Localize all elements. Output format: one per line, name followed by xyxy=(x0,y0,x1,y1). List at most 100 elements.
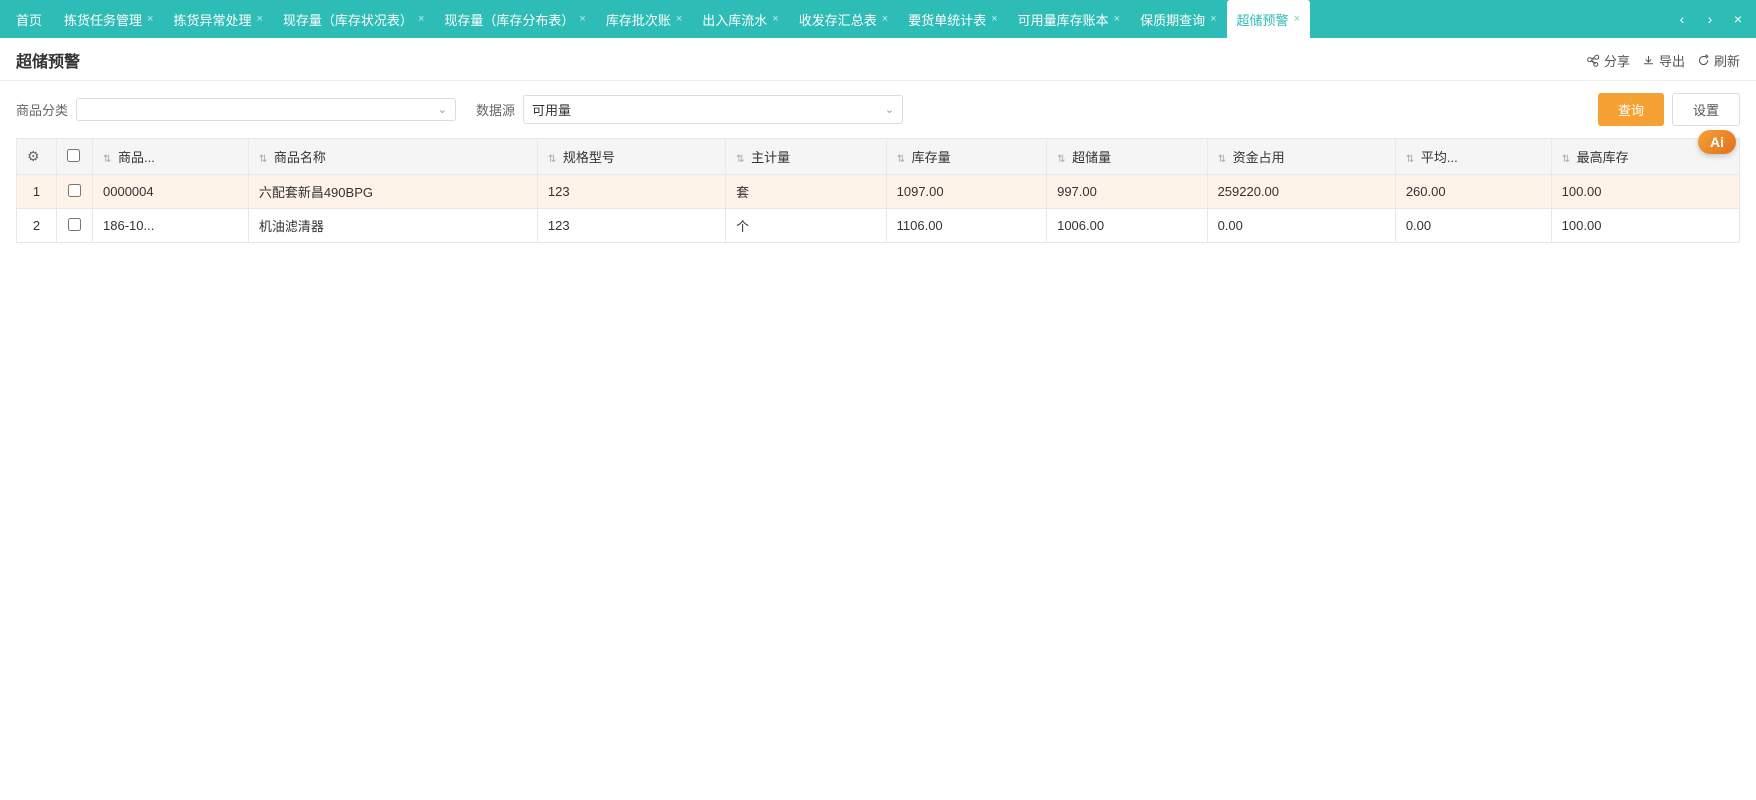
col-header-avg[interactable]: ⇅ 平均... xyxy=(1395,139,1551,175)
close-tab-6-icon[interactable]: × xyxy=(772,13,778,25)
table-container: ⚙ ⇅ 商品... ⇅ 商品名称 ⇅ 规格型号 ⇅ xyxy=(0,138,1756,243)
sort-icon-spec: ⇅ xyxy=(548,154,556,165)
close-tab-10-icon[interactable]: × xyxy=(1210,13,1216,25)
tab-10[interactable]: 保质期查询 × xyxy=(1130,0,1226,38)
datasource-filter: 数据源 可用量 ⌄ xyxy=(476,95,903,124)
cell-stock-1: 1097.00 xyxy=(886,175,1046,209)
cell-spec-2: 123 xyxy=(537,209,725,243)
tab-11[interactable]: 超储预警 × xyxy=(1227,0,1310,38)
cell-avg-1: 260.00 xyxy=(1395,175,1551,209)
tab-2[interactable]: 拣货异常处理 × xyxy=(163,0,272,38)
share-icon xyxy=(1587,54,1600,67)
close-tab-9-icon[interactable]: × xyxy=(1114,13,1120,25)
col-header-product-name[interactable]: ⇅ 商品名称 xyxy=(248,139,537,175)
sort-icon-avg: ⇅ xyxy=(1406,154,1414,165)
tab-6[interactable]: 出入库流水 × xyxy=(692,0,788,38)
sort-icon-overstorage: ⇅ xyxy=(1057,154,1065,165)
cell-maxstock-1: 100.00 xyxy=(1551,175,1739,209)
page-header: 超储预警 分享 导出 刷新 xyxy=(0,38,1756,81)
filter-area: 商品分类 ⌄ 数据源 可用量 ⌄ 查询 设置 xyxy=(0,81,1756,138)
cell-product-code-2: 186-10... xyxy=(93,209,249,243)
cell-product-code-1: 0000004 xyxy=(93,175,249,209)
refresh-button[interactable]: 刷新 xyxy=(1697,51,1740,70)
table-row: 2 186-10... 机油滤清器 123 个 1106.00 1006.00 … xyxy=(17,209,1740,243)
row-select-1[interactable] xyxy=(68,184,81,197)
settings-button[interactable]: 设置 xyxy=(1672,93,1740,126)
category-label: 商品分类 xyxy=(16,100,68,119)
table-row: 1 0000004 六配套新昌490BPG 123 套 1097.00 997.… xyxy=(17,175,1740,209)
sort-icon-unit: ⇅ xyxy=(736,154,744,165)
close-tab-11-icon[interactable]: × xyxy=(1294,13,1300,25)
row-checkbox-1[interactable] xyxy=(57,175,93,209)
tab-1[interactable]: 拣货任务管理 × xyxy=(54,0,163,38)
col-header-stock[interactable]: ⇅ 库存量 xyxy=(886,139,1046,175)
category-select[interactable]: ⌄ xyxy=(76,98,456,121)
gear-icon[interactable]: ⚙ xyxy=(27,148,40,164)
nav-arrows: ‹ › × xyxy=(1668,0,1752,38)
nav-home[interactable]: 首页 xyxy=(4,10,54,29)
sort-icon-stock: ⇅ xyxy=(897,154,905,165)
tab-5[interactable]: 库存批次账 × xyxy=(596,0,692,38)
category-filter: 商品分类 ⌄ xyxy=(16,98,456,121)
nav-prev-icon[interactable]: ‹ xyxy=(1668,0,1696,38)
row-select-2[interactable] xyxy=(68,218,81,231)
col-header-product-code[interactable]: ⇅ 商品... xyxy=(93,139,249,175)
close-tab-3-icon[interactable]: × xyxy=(418,13,424,25)
share-button[interactable]: 分享 xyxy=(1587,51,1630,70)
cell-capital-1: 259220.00 xyxy=(1207,175,1395,209)
close-tab-2-icon[interactable]: × xyxy=(256,13,262,25)
row-num-1: 1 xyxy=(17,175,57,209)
row-num-2: 2 xyxy=(17,209,57,243)
query-button[interactable]: 查询 xyxy=(1598,93,1664,126)
close-tab-7-icon[interactable]: × xyxy=(882,13,888,25)
top-nav: 首页 拣货任务管理 × 拣货异常处理 × 现存量（库存状况表） × 现存量（库存… xyxy=(0,0,1756,38)
datasource-value: 可用量 xyxy=(532,100,571,119)
col-header-checkbox[interactable] xyxy=(57,139,93,175)
tab-3[interactable]: 现存量（库存状况表） × xyxy=(273,0,434,38)
filter-buttons: 查询 设置 xyxy=(1598,93,1740,126)
sort-icon-product-name: ⇅ xyxy=(259,154,267,165)
sort-icon-maxstock: ⇅ xyxy=(1562,154,1570,165)
export-icon xyxy=(1642,54,1655,67)
export-button[interactable]: 导出 xyxy=(1642,51,1685,70)
tab-7[interactable]: 收发存汇总表 × xyxy=(789,0,898,38)
cell-unit-1: 套 xyxy=(726,175,886,209)
page-title: 超储预警 xyxy=(16,48,80,72)
tab-8[interactable]: 要货单统计表 × xyxy=(898,0,1007,38)
table-header-row: ⚙ ⇅ 商品... ⇅ 商品名称 ⇅ 规格型号 ⇅ xyxy=(17,139,1740,175)
close-tab-5-icon[interactable]: × xyxy=(676,13,682,25)
col-header-spec[interactable]: ⇅ 规格型号 xyxy=(537,139,725,175)
row-checkbox-2[interactable] xyxy=(57,209,93,243)
cell-capital-2: 0.00 xyxy=(1207,209,1395,243)
col-header-capital[interactable]: ⇅ 资金占用 xyxy=(1207,139,1395,175)
tab-4[interactable]: 现存量（库存分布表） × xyxy=(434,0,595,38)
datasource-dropdown-icon: ⌄ xyxy=(885,103,894,116)
tab-9[interactable]: 可用量库存账本 × xyxy=(1008,0,1130,38)
col-header-overstorage[interactable]: ⇅ 超储量 xyxy=(1047,139,1207,175)
col-header-unit[interactable]: ⇅ 主计量 xyxy=(726,139,886,175)
data-table: ⚙ ⇅ 商品... ⇅ 商品名称 ⇅ 规格型号 ⇅ xyxy=(16,138,1740,243)
cell-unit-2: 个 xyxy=(726,209,886,243)
cell-spec-1: 123 xyxy=(537,175,725,209)
nav-close-icon[interactable]: × xyxy=(1724,0,1752,38)
category-dropdown-icon: ⌄ xyxy=(438,103,447,116)
select-all-checkbox[interactable] xyxy=(67,149,80,162)
close-tab-8-icon[interactable]: × xyxy=(991,13,997,25)
ai-badge[interactable]: Ai xyxy=(1698,130,1736,154)
cell-maxstock-2: 100.00 xyxy=(1551,209,1739,243)
sort-icon-capital: ⇅ xyxy=(1218,154,1226,165)
cell-overstorage-1: 997.00 xyxy=(1047,175,1207,209)
close-tab-1-icon[interactable]: × xyxy=(147,13,153,25)
cell-stock-2: 1106.00 xyxy=(886,209,1046,243)
nav-next-icon[interactable]: › xyxy=(1696,0,1724,38)
close-tab-4-icon[interactable]: × xyxy=(579,13,585,25)
cell-product-name-2: 机油滤清器 xyxy=(248,209,537,243)
sort-icon-product-code: ⇅ xyxy=(103,154,111,165)
col-header-settings[interactable]: ⚙ xyxy=(17,139,57,175)
cell-avg-2: 0.00 xyxy=(1395,209,1551,243)
datasource-select[interactable]: 可用量 ⌄ xyxy=(523,95,903,124)
cell-product-name-1: 六配套新昌490BPG xyxy=(248,175,537,209)
refresh-icon xyxy=(1697,54,1710,67)
cell-overstorage-2: 1006.00 xyxy=(1047,209,1207,243)
datasource-label: 数据源 xyxy=(476,100,515,119)
